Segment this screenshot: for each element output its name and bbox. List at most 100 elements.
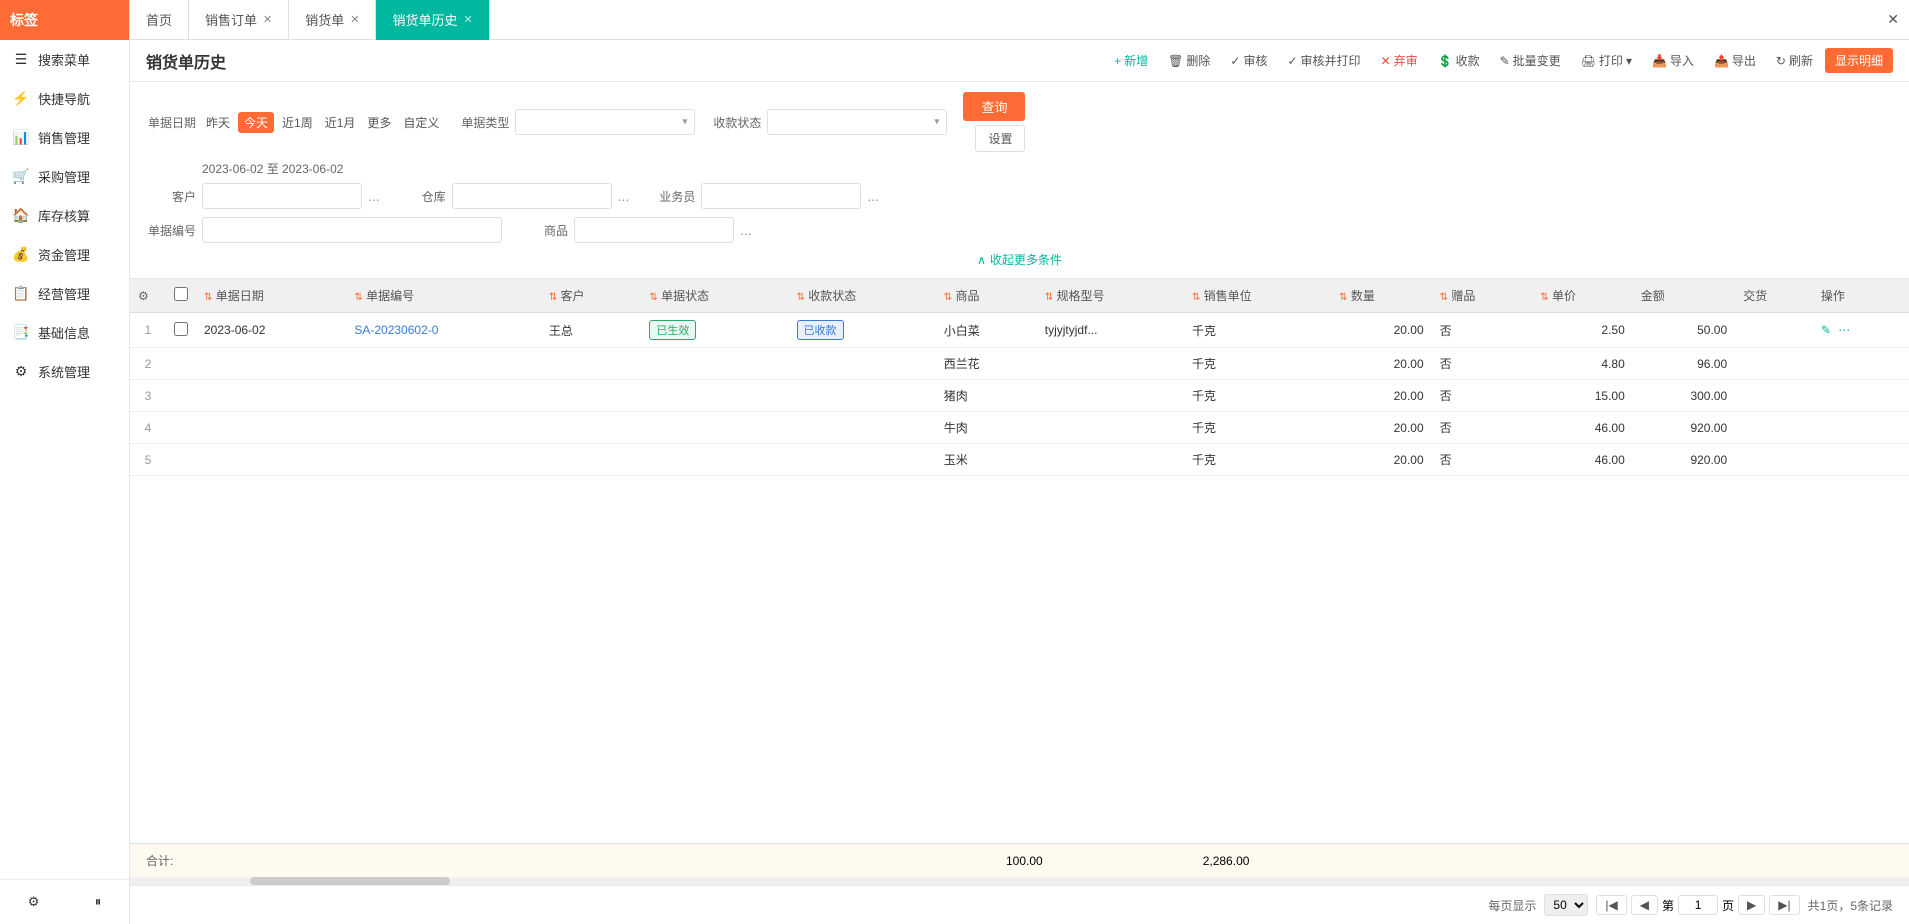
new-button[interactable]: + 新增 xyxy=(1106,48,1156,73)
print-button[interactable]: 🖨 打印 ▾ xyxy=(1573,48,1640,73)
batch-change-button[interactable]: ✎ 批量变更 xyxy=(1492,48,1569,73)
tab-sales-delivery[interactable]: 销货单 ✕ xyxy=(289,0,376,40)
th-spec[interactable]: ⇅ 规格型号 xyxy=(1037,279,1184,313)
inventory-icon: 🏠 xyxy=(12,207,30,225)
th-customer[interactable]: ⇅ 客户 xyxy=(541,279,642,313)
sales-rep-dots[interactable]: ... xyxy=(867,188,879,204)
more-op-btn[interactable]: ⋯ xyxy=(1838,323,1850,337)
goods-dots[interactable]: ... xyxy=(740,222,752,238)
tab-sales-history-close[interactable]: ✕ xyxy=(464,13,473,26)
tab-sales-delivery-close[interactable]: ✕ xyxy=(350,13,359,26)
next-page-btn[interactable]: ▶ xyxy=(1738,895,1765,915)
doc-status-badge: 已生效 xyxy=(649,320,696,340)
sidebar-item-inventory[interactable]: 🏠 库存核算 xyxy=(0,196,129,235)
show-detail-button[interactable]: 显示明细 xyxy=(1825,48,1893,73)
collect-icon: 💲 xyxy=(1438,54,1453,68)
sales-rep-label: 业务员 xyxy=(645,188,695,205)
horizontal-scrollbar-thumb[interactable] xyxy=(250,877,450,885)
date-tab-custom[interactable]: 自定义 xyxy=(399,112,443,133)
close-all-tabs-btn[interactable]: ✕ xyxy=(1887,11,1899,28)
th-doc-num-label: 单据编号 xyxy=(366,289,414,303)
th-goods[interactable]: ⇅ 商品 xyxy=(936,279,1037,313)
export-button[interactable]: 📤 导出 xyxy=(1706,48,1764,73)
horizontal-scrollbar-track[interactable] xyxy=(130,877,1909,885)
doc-num-link[interactable]: SA-20230602-0 xyxy=(354,323,438,337)
set-button[interactable]: 设置 xyxy=(975,125,1025,152)
collapse-label: 收起更多条件 xyxy=(990,251,1062,268)
doc-type-select[interactable] xyxy=(515,109,695,135)
table-row: 1 2023-06-02 SA-20230602-0 王总 已生效 已收款 小白… xyxy=(130,313,1909,348)
sidebar-item-sys-mgmt[interactable]: ⚙ 系统管理 xyxy=(0,352,129,391)
sidebar-item-sales-mgmt[interactable]: 📊 销售管理 xyxy=(0,118,129,157)
sidebar-item-purchase-mgmt[interactable]: 🛒 采购管理 xyxy=(0,157,129,196)
tab-sales-order-close[interactable]: ✕ xyxy=(263,13,272,26)
select-all-checkbox[interactable] xyxy=(174,287,188,301)
refresh-button[interactable]: ↻ 刷新 xyxy=(1768,48,1821,73)
th-doc-date[interactable]: ⇅ 单据日期 xyxy=(196,279,346,313)
query-button[interactable]: 查询 xyxy=(963,92,1025,121)
audit-button[interactable]: ✓ 审核 xyxy=(1222,48,1275,73)
prev-page-btn[interactable]: ◀ xyxy=(1631,895,1658,915)
collect-button[interactable]: 💲 收款 xyxy=(1430,48,1488,73)
row-checkbox[interactable] xyxy=(174,322,188,336)
page-size-select[interactable]: 50 xyxy=(1544,894,1588,916)
th-unit-price[interactable]: ⇅ 单价 xyxy=(1532,279,1633,313)
receipt-status-label: 收款状态 xyxy=(711,114,761,131)
tab-sales-order[interactable]: 销售订单 ✕ xyxy=(189,0,289,40)
receipt-status-select-wrap xyxy=(767,109,947,135)
customer-dots[interactable]: ... xyxy=(368,188,380,204)
collapse-button[interactable]: ∧ 收起更多条件 xyxy=(146,251,1893,268)
cell-delivery xyxy=(1735,412,1813,444)
th-gift[interactable]: ⇅ 赠品 xyxy=(1432,279,1533,313)
th-doc-status-label: 单据状态 xyxy=(661,289,709,303)
cell-row-num: 2 xyxy=(130,348,166,380)
th-goods-label: 商品 xyxy=(955,289,979,303)
th-qty[interactable]: ⇅ 数量 xyxy=(1331,279,1432,313)
delete-button[interactable]: 🗑 删除 xyxy=(1160,48,1218,73)
last-page-btn[interactable]: ▶| xyxy=(1769,895,1799,915)
goods-input[interactable] xyxy=(574,217,734,243)
abandon-button[interactable]: ✕ 弃审 xyxy=(1373,48,1426,73)
cell-row-num: 4 xyxy=(130,412,166,444)
date-tab-today[interactable]: 今天 xyxy=(238,112,274,133)
date-tab-last-month[interactable]: 近1月 xyxy=(321,112,360,133)
tab-sales-history[interactable]: 销货单历史 ✕ xyxy=(376,0,489,40)
cell-row-num: 3 xyxy=(130,380,166,412)
edit-op-btn[interactable]: ✎ xyxy=(1821,323,1831,337)
first-page-btn[interactable]: |◀ xyxy=(1596,895,1626,915)
sidebar-pause-btn[interactable]: ⏸ xyxy=(89,888,108,916)
import-button[interactable]: 📥 导入 xyxy=(1644,48,1702,73)
tab-home[interactable]: 首页 xyxy=(130,0,189,40)
sales-rep-input[interactable] xyxy=(701,183,861,209)
cell-qty: 20.00 xyxy=(1331,380,1432,412)
sidebar-item-basic-info[interactable]: 📑 基础信息 xyxy=(0,313,129,352)
warehouse-dots[interactable]: ... xyxy=(618,188,630,204)
content-area: 销货单历史 + 新增 🗑 删除 ✓ 审核 ✓ 审核并打印 xyxy=(130,40,1909,924)
warehouse-input[interactable] xyxy=(452,183,612,209)
sidebar-settings-btn[interactable]: ⚙ xyxy=(22,888,46,916)
sidebar-item-operations[interactable]: 📋 经营管理 xyxy=(0,274,129,313)
sidebar-item-search-menu[interactable]: ☰ 搜索菜单 xyxy=(0,40,129,79)
cell-unit: 千克 xyxy=(1184,380,1331,412)
sidebar-item-quick-nav[interactable]: ⚡ 快捷导航 xyxy=(0,79,129,118)
date-tab-last7[interactable]: 近1周 xyxy=(278,112,317,133)
doc-num-input[interactable] xyxy=(202,217,502,243)
date-tab-more[interactable]: 更多 xyxy=(363,112,395,133)
cell-customer xyxy=(541,412,642,444)
th-unit[interactable]: ⇅ 销售单位 xyxy=(1184,279,1331,313)
customer-input[interactable] xyxy=(202,183,362,209)
th-receipt-status[interactable]: ⇅ 收款状态 xyxy=(789,279,936,313)
quick-nav-icon: ⚡ xyxy=(12,90,30,108)
th-doc-status[interactable]: ⇅ 单据状态 xyxy=(641,279,788,313)
cell-unit-price: 46.00 xyxy=(1532,444,1633,476)
sidebar-item-finance[interactable]: 💰 资金管理 xyxy=(0,235,129,274)
cell-amount: 50.00 xyxy=(1633,313,1735,348)
page-input[interactable] xyxy=(1678,895,1718,915)
th-gear[interactable]: ⚙ xyxy=(130,279,166,313)
th-doc-num[interactable]: ⇅ 单据编号 xyxy=(346,279,540,313)
cell-qty: 20.00 xyxy=(1331,313,1432,348)
date-tab-yesterday[interactable]: 昨天 xyxy=(202,112,234,133)
gear-icon[interactable]: ⚙ xyxy=(138,289,149,303)
receipt-status-select[interactable] xyxy=(767,109,947,135)
audit-print-button[interactable]: ✓ 审核并打印 xyxy=(1279,48,1368,73)
